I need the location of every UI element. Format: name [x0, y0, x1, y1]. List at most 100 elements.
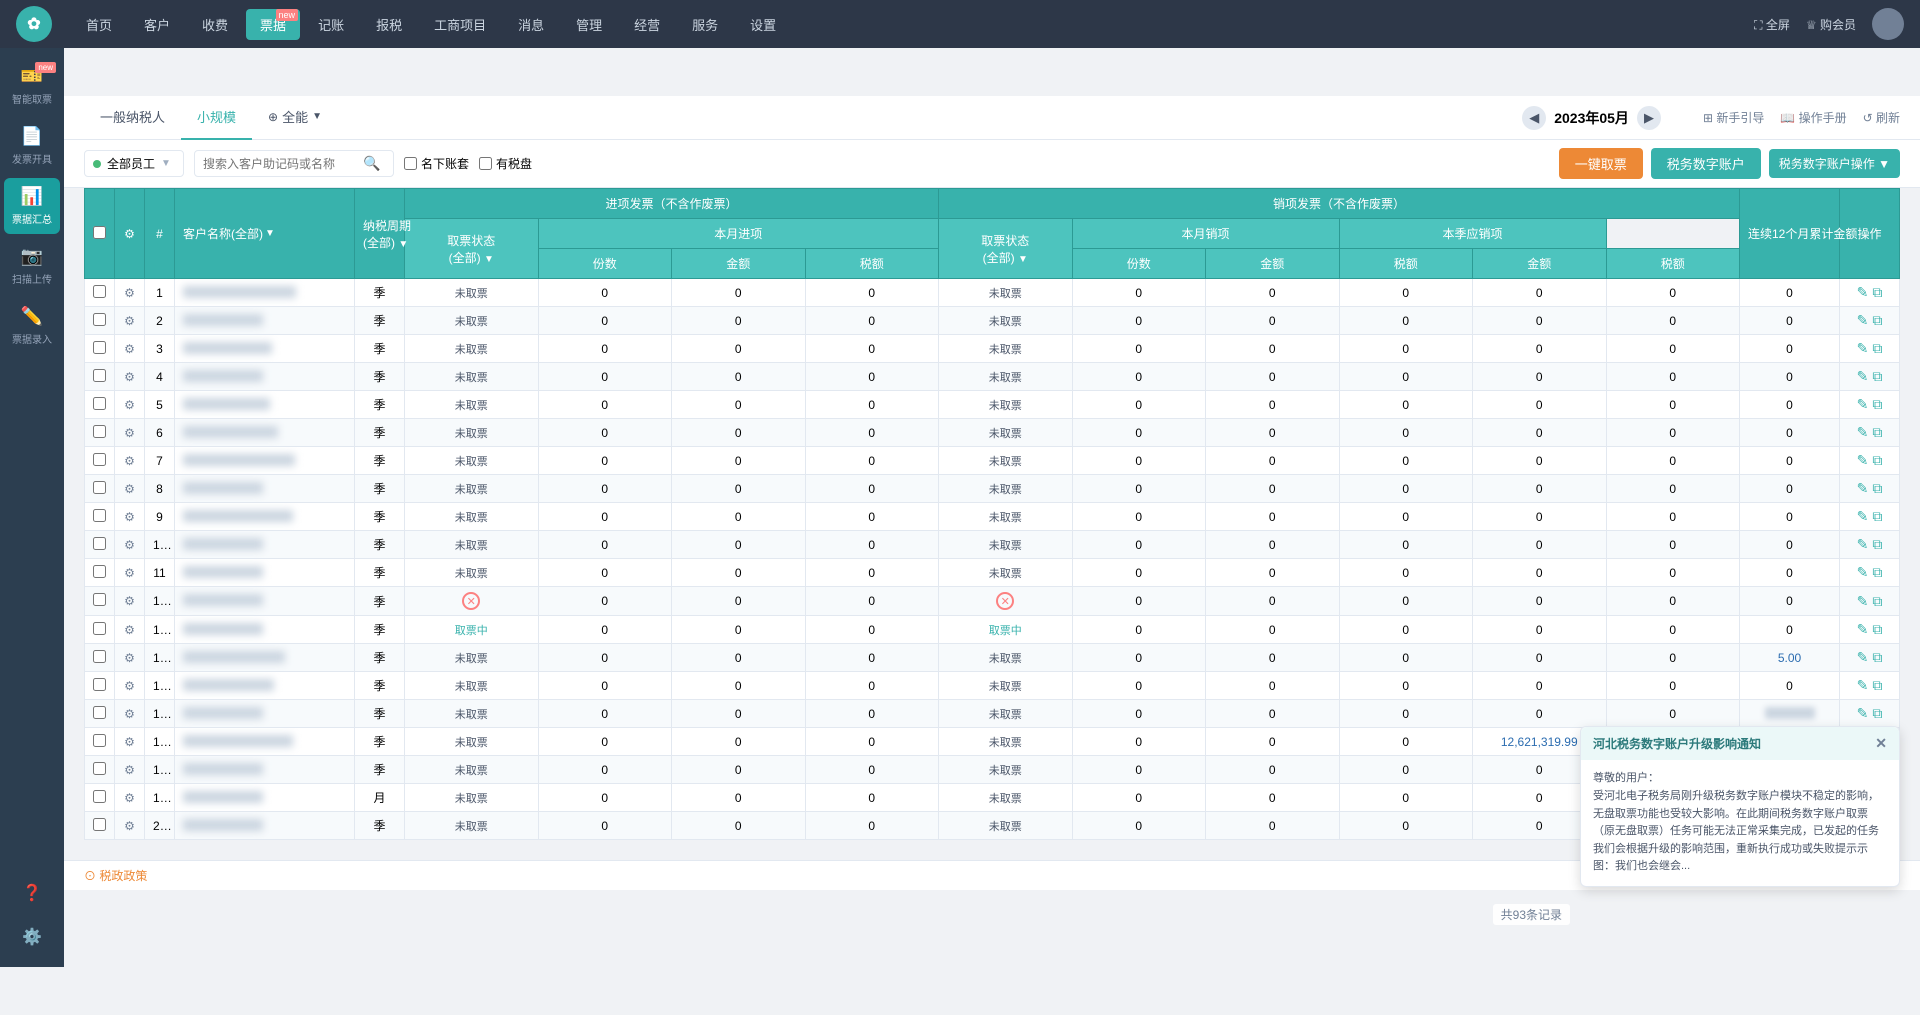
edit-icon[interactable]: ✎ [1857, 564, 1869, 581]
row-settings[interactable]: ⚙ [115, 419, 145, 447]
row-checkbox[interactable] [85, 756, 115, 784]
tax-digital-dropdown-btn[interactable]: 税务数字账户操作 ▼ [1769, 149, 1900, 178]
row-checkbox-input[interactable] [93, 818, 106, 831]
row-checkbox-input[interactable] [93, 313, 106, 326]
row-checkbox-input[interactable] [93, 285, 106, 298]
row-checkbox-input[interactable] [93, 593, 106, 606]
row-checkbox[interactable] [85, 587, 115, 616]
copy-icon[interactable]: ⧉ [1872, 677, 1882, 694]
row-settings[interactable]: ⚙ [115, 475, 145, 503]
row-checkbox[interactable] [85, 559, 115, 587]
member-btn[interactable]: ♕ 购会员 [1806, 16, 1856, 33]
edit-icon[interactable]: ✎ [1857, 705, 1869, 722]
row-checkbox[interactable] [85, 279, 115, 307]
popup-close-btn[interactable]: ✕ [1875, 735, 1887, 752]
row-checkbox-input[interactable] [93, 706, 106, 719]
edit-icon[interactable]: ✎ [1857, 508, 1869, 525]
tax-policy-link[interactable]: ⊙ 税政政策 [84, 867, 147, 884]
help-btn[interactable]: ❓ [14, 875, 50, 911]
edit-icon[interactable]: ✎ [1857, 396, 1869, 413]
row-settings[interactable]: ⚙ [115, 307, 145, 335]
period-prev-btn[interactable]: ◀ [1522, 106, 1546, 130]
row-checkbox-input[interactable] [93, 622, 106, 635]
th-settings[interactable]: ⚙ [115, 189, 145, 279]
edit-icon[interactable]: ✎ [1857, 649, 1869, 666]
nav-operation[interactable]: 经营 [620, 9, 674, 40]
row-checkbox-input[interactable] [93, 397, 106, 410]
row-checkbox[interactable] [85, 812, 115, 840]
row-checkbox-input[interactable] [93, 565, 106, 578]
row-settings[interactable]: ⚙ [115, 700, 145, 728]
nav-settings[interactable]: 设置 [736, 9, 790, 40]
row-checkbox-input[interactable] [93, 509, 106, 522]
row-checkbox-input[interactable] [93, 678, 106, 691]
copy-icon[interactable]: ⧉ [1872, 564, 1882, 581]
row-checkbox[interactable] [85, 363, 115, 391]
row-checkbox[interactable] [85, 335, 115, 363]
employee-select[interactable]: 全部员工 ▼ [84, 150, 184, 177]
edit-icon[interactable]: ✎ [1857, 368, 1869, 385]
row-settings[interactable]: ⚙ [115, 616, 145, 644]
copy-icon[interactable]: ⧉ [1872, 424, 1882, 441]
row-checkbox[interactable] [85, 531, 115, 559]
nav-service[interactable]: 服务 [678, 9, 732, 40]
row-checkbox-input[interactable] [93, 790, 106, 803]
row-checkbox-input[interactable] [93, 734, 106, 747]
checkbox-account-set[interactable]: 名下账套 [404, 155, 469, 172]
row-settings[interactable]: ⚙ [115, 756, 145, 784]
copy-icon[interactable]: ⧉ [1872, 480, 1882, 497]
name-filter[interactable]: 客户名称(全部) ▼ [183, 225, 275, 242]
row-checkbox[interactable] [85, 700, 115, 728]
nav-business[interactable]: 工商项目 [420, 9, 500, 40]
copy-icon[interactable]: ⧉ [1872, 312, 1882, 329]
edit-icon[interactable]: ✎ [1857, 424, 1869, 441]
edit-icon[interactable]: ✎ [1857, 312, 1869, 329]
nav-client[interactable]: 客户 [130, 9, 184, 40]
copy-icon[interactable]: ⧉ [1872, 452, 1882, 469]
row-settings[interactable]: ⚙ [115, 391, 145, 419]
one-click-btn[interactable]: 一键取票 [1559, 148, 1643, 179]
row-checkbox[interactable] [85, 503, 115, 531]
sidebar-item-entry[interactable]: ✏️ 票据录入 [4, 298, 60, 354]
row-settings[interactable]: ⚙ [115, 784, 145, 812]
sidebar-item-scan[interactable]: 📷 扫描上传 [4, 238, 60, 294]
tab-small-scale[interactable]: 小规模 [181, 96, 252, 140]
nav-accounting[interactable]: 记账 [304, 9, 358, 40]
row-checkbox-input[interactable] [93, 425, 106, 438]
row-checkbox-input[interactable] [93, 481, 106, 494]
edit-icon[interactable]: ✎ [1857, 536, 1869, 553]
sidebar-item-summary[interactable]: 📊 票据汇总 [4, 178, 60, 234]
th-out-status[interactable]: 取票状态(全部) ▼ [939, 219, 1073, 279]
checkbox-account-set-input[interactable] [404, 157, 417, 170]
nav-home[interactable]: 首页 [72, 9, 126, 40]
row-checkbox[interactable] [85, 447, 115, 475]
row-settings[interactable]: ⚙ [115, 672, 145, 700]
edit-icon[interactable]: ✎ [1857, 621, 1869, 638]
row-checkbox-input[interactable] [93, 650, 106, 663]
row-settings[interactable]: ⚙ [115, 587, 145, 616]
row-settings[interactable]: ⚙ [115, 279, 145, 307]
row-checkbox-input[interactable] [93, 341, 106, 354]
copy-icon[interactable]: ⧉ [1872, 593, 1882, 610]
row-checkbox[interactable] [85, 616, 115, 644]
search-button[interactable]: 🔍 [363, 155, 380, 172]
row-checkbox-input[interactable] [93, 537, 106, 550]
period-next-btn[interactable]: ▶ [1637, 106, 1661, 130]
row-checkbox-input[interactable] [93, 453, 106, 466]
copy-icon[interactable]: ⧉ [1872, 396, 1882, 413]
row-checkbox-input[interactable] [93, 762, 106, 775]
refresh-btn[interactable]: ↺ 刷新 [1863, 109, 1900, 126]
edit-icon[interactable]: ✎ [1857, 452, 1869, 469]
copy-icon[interactable]: ⧉ [1872, 536, 1882, 553]
row-settings[interactable]: ⚙ [115, 812, 145, 840]
nav-ticket[interactable]: 票据 new [246, 9, 300, 40]
row-settings[interactable]: ⚙ [115, 363, 145, 391]
th-name[interactable]: 客户名称(全部) ▼ [175, 189, 355, 279]
row-checkbox-input[interactable] [93, 369, 106, 382]
th-in-status[interactable]: 取票状态(全部) ▼ [405, 219, 539, 279]
tab-all-capable[interactable]: ⊕ 全能 ▼ [252, 96, 338, 140]
row-checkbox[interactable] [85, 728, 115, 756]
row-checkbox[interactable] [85, 419, 115, 447]
row-settings[interactable]: ⚙ [115, 559, 145, 587]
row-settings[interactable]: ⚙ [115, 728, 145, 756]
